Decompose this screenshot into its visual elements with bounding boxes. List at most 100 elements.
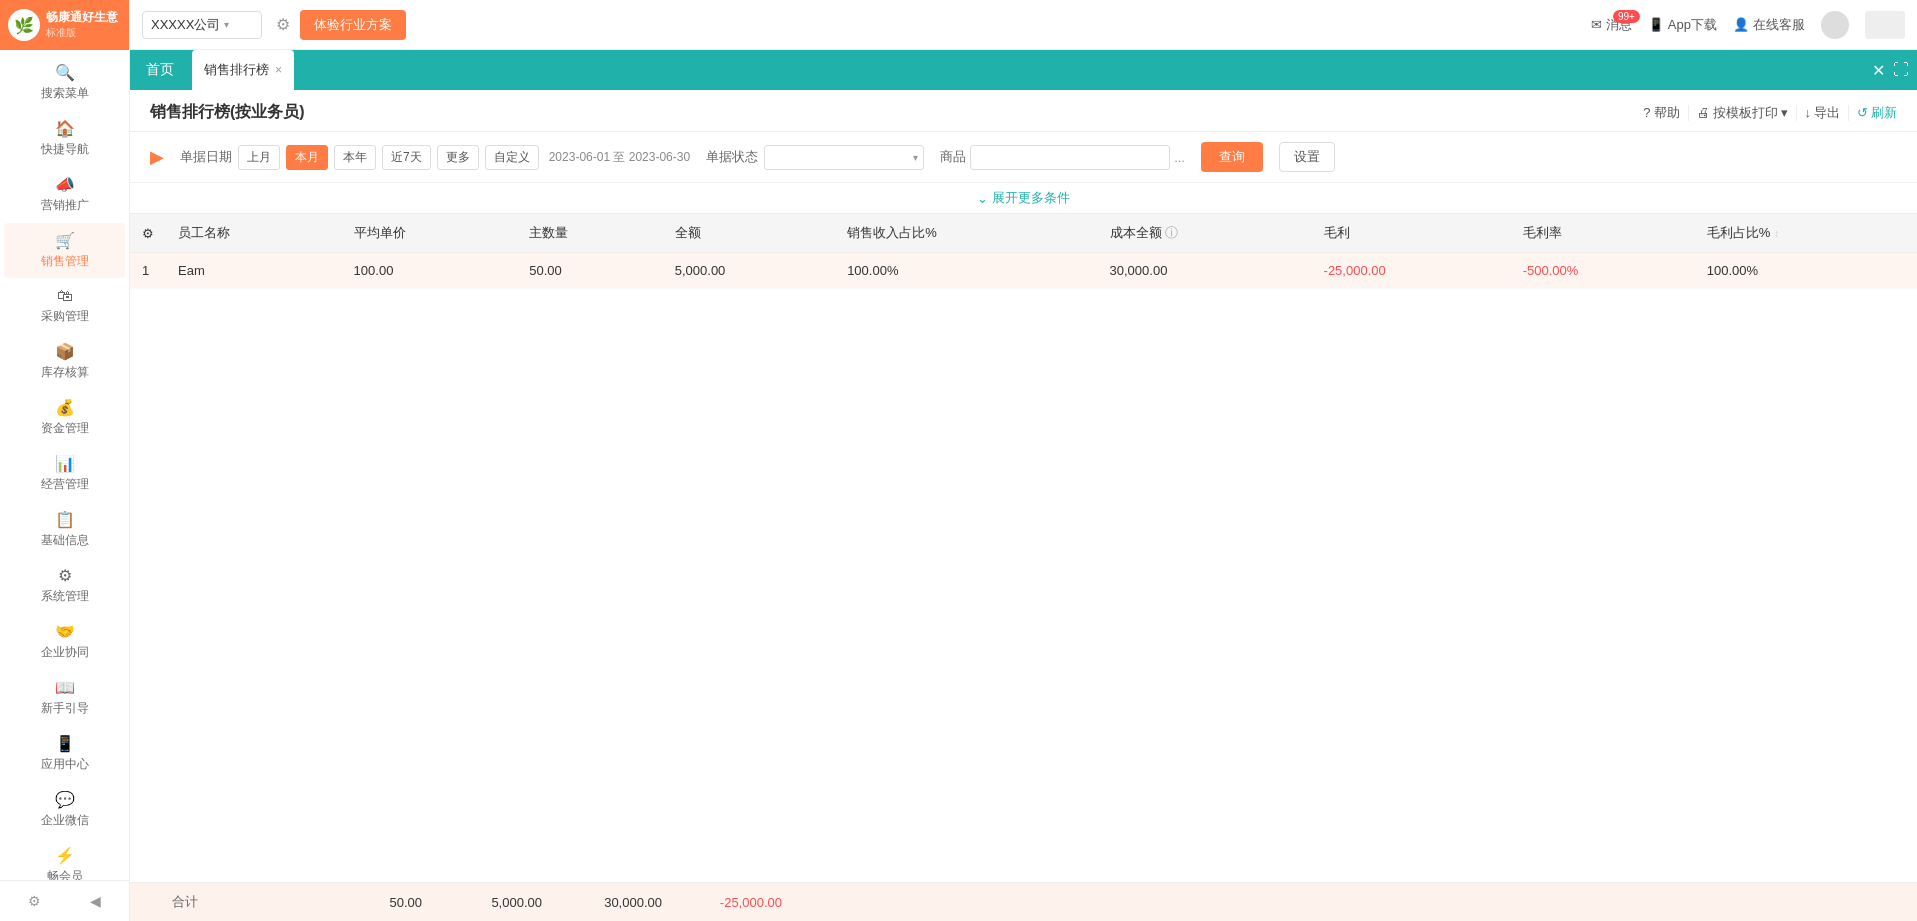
- sidebar-item-system[interactable]: ⚙ 系统管理: [4, 558, 125, 613]
- sidebar-item-member[interactable]: ⚡ 畅会员: [4, 838, 125, 880]
- goods-filter-group: 商品 ...: [940, 145, 1185, 170]
- tab-close-icon[interactable]: ×: [275, 63, 282, 77]
- cell-gross-pct: 100.00%: [1695, 253, 1917, 289]
- date-filter-label: 单据日期: [180, 148, 232, 166]
- cell-name: Eam: [166, 253, 342, 289]
- sidebar-label-guide: 新手引导: [41, 700, 89, 717]
- sidebar-icon-wechat: 💬: [55, 790, 75, 809]
- date-7days-btn[interactable]: 近7天: [382, 145, 431, 170]
- page-header: 销售排行榜(按业务员) ? 帮助 🖨 按模板打印 ▾ ↓: [130, 90, 1917, 132]
- message-icon: ✉: [1591, 17, 1602, 32]
- tabbar-right: ✕ ⛶: [1872, 61, 1917, 80]
- date-prev-month-btn[interactable]: 上月: [238, 145, 280, 170]
- query-button[interactable]: 查询: [1201, 142, 1263, 172]
- sidebar-icon-capital: 💰: [55, 398, 75, 417]
- sidebar-label-marketing: 营销推广: [41, 197, 89, 214]
- topbar-settings-icon[interactable]: ⚙: [276, 15, 290, 34]
- cell-amount: 5,000.00: [663, 253, 835, 289]
- user-avatar[interactable]: [1821, 11, 1849, 39]
- sidebar-nav: 🔍搜索菜单🏠快捷导航📣营销推广🛒销售管理🛍采购管理📦库存核算💰资金管理 📊 经营管理…: [0, 50, 129, 880]
- message-button[interactable]: ✉ 消息 99+: [1591, 16, 1632, 34]
- sidebar-label-member: 畅会员: [47, 868, 83, 880]
- print-button[interactable]: 🖨 按模板打印 ▾: [1697, 104, 1788, 122]
- status-select-wrap: ▾: [764, 145, 924, 170]
- sidebar-item-sales[interactable]: 🛒销售管理: [4, 223, 125, 278]
- tab-close-window-icon[interactable]: ✕: [1872, 61, 1885, 80]
- sidebar-collapse-icon[interactable]: ◀: [82, 889, 109, 913]
- sidebar-item-guide[interactable]: 📖新手引导: [4, 670, 125, 725]
- sidebar-settings-icon[interactable]: ⚙: [20, 889, 49, 913]
- sidebar-item-quick[interactable]: 🏠快捷导航: [4, 111, 125, 166]
- sidebar-icon-sales: 🛒: [55, 231, 75, 250]
- col-amount: 全额: [663, 214, 835, 253]
- sidebar-item-purchase[interactable]: 🛍采购管理: [4, 279, 125, 333]
- date-year-btn[interactable]: 本年: [334, 145, 376, 170]
- sidebar-icon-operation: 📊: [55, 454, 75, 473]
- active-tab-label: 销售排行榜: [204, 61, 269, 79]
- table-wrap: ⚙ 员工名称 平均单价 主数量 全额 销售收入占比% 成本全额 ⓘ 毛利 毛利率…: [130, 214, 1917, 882]
- sidebar-label-operation: 经营管理: [41, 476, 89, 493]
- sidebar-icon-system: ⚙: [58, 566, 72, 585]
- col-gross: 毛利: [1312, 214, 1511, 253]
- sidebar-icon-member: ⚡: [55, 846, 75, 865]
- footer-total-label: 合计: [142, 893, 322, 911]
- status-select[interactable]: [764, 145, 924, 170]
- expand-more-button[interactable]: ⌄ 展开更多条件: [977, 189, 1070, 207]
- cost-info-icon: ⓘ: [1165, 225, 1178, 240]
- app-download-button[interactable]: 📱 App下载: [1648, 16, 1717, 34]
- more-filter-btn[interactable]: ...: [1174, 150, 1185, 165]
- tabbar: 首页 销售排行榜 × ✕ ⛶: [130, 50, 1917, 90]
- set-button[interactable]: 设置: [1279, 142, 1335, 172]
- page-title-row: 销售排行榜(按业务员) ? 帮助 🖨 按模板打印 ▾ ↓: [150, 102, 1897, 131]
- goods-filter-label: 商品: [940, 148, 966, 166]
- refresh-button[interactable]: ↺ 刷新: [1857, 104, 1897, 122]
- sidebar-item-capital[interactable]: 💰资金管理: [4, 390, 125, 445]
- col-qty: 主数量: [517, 214, 663, 253]
- gross-pct-sort-icon: ↕: [1774, 228, 1779, 239]
- date-custom-btn[interactable]: 自定义: [485, 145, 539, 170]
- tab-home[interactable]: 首页: [130, 50, 190, 90]
- content-area: 销售排行榜(按业务员) ? 帮助 🖨 按模板打印 ▾ ↓: [130, 90, 1917, 921]
- col-sales-pct: 销售收入占比%: [835, 214, 1097, 253]
- goods-input[interactable]: [970, 145, 1170, 170]
- trial-button[interactable]: 体验行业方案: [300, 10, 406, 40]
- col-name: 员工名称: [166, 214, 342, 253]
- app-logo: 🌿 畅康通好生意 标准版: [0, 0, 129, 50]
- sidebar-item-collab[interactable]: 🤝企业协同: [4, 614, 125, 669]
- date-more-btn[interactable]: 更多: [437, 145, 479, 170]
- tab-sales-ranking[interactable]: 销售排行榜 ×: [192, 50, 294, 90]
- print-chevron-icon: ▾: [1781, 105, 1788, 120]
- date-cur-month-btn[interactable]: 本月: [286, 145, 328, 170]
- table-header-row: ⚙ 员工名称 平均单价 主数量 全额 销售收入占比% 成本全额 ⓘ 毛利 毛利率…: [130, 214, 1917, 253]
- sidebar-item-operation[interactable]: 📊 经营管理: [4, 446, 125, 501]
- sidebar-label-system: 系统管理: [41, 588, 89, 605]
- filter-bar: ▶ 单据日期 上月 本月 本年 近7天 更多 自定义 2023-06-01 至 …: [130, 132, 1917, 183]
- sidebar-item-wechat[interactable]: 💬企业微信: [4, 782, 125, 837]
- col-cost: 成本全额 ⓘ: [1098, 214, 1312, 253]
- cell-rank: 1: [130, 253, 166, 289]
- service-icon: 👤: [1733, 17, 1749, 32]
- col-settings[interactable]: ⚙: [130, 214, 166, 253]
- status-filter-group: 单据状态 ▾: [706, 145, 924, 170]
- export-button[interactable]: ↓ 导出: [1805, 104, 1841, 122]
- topbar: XXXXX公司 ▾ ⚙ 体验行业方案 ✉ 消息 99+ 📱 App下载 👤 在线…: [130, 0, 1917, 50]
- footer-gross: -25,000.00: [662, 895, 782, 910]
- help-button[interactable]: ? 帮助: [1643, 104, 1679, 122]
- col-avg-price: 平均单价: [342, 214, 518, 253]
- company-select[interactable]: XXXXX公司 ▾: [142, 11, 262, 39]
- sidebar-item-inventory[interactable]: 📦库存核算: [4, 334, 125, 389]
- footer-cost: 30,000.00: [542, 895, 662, 910]
- expand-bar: ⌄ 展开更多条件: [130, 183, 1917, 214]
- table-body: 1 Eam 100.00 50.00 5,000.00 100.00% 30,0…: [130, 253, 1917, 289]
- sidebar-item-marketing[interactable]: 📣营销推广: [4, 167, 125, 222]
- cell-cost: 30,000.00: [1098, 253, 1312, 289]
- sidebar-label-purchase: 采购管理: [41, 308, 89, 325]
- sidebar-item-apps[interactable]: 📱应用中心: [4, 726, 125, 781]
- sidebar-label-search: 搜索菜单: [41, 85, 89, 102]
- tab-fullscreen-icon[interactable]: ⛶: [1893, 61, 1909, 79]
- online-service-button[interactable]: 👤 在线客服: [1733, 16, 1805, 34]
- filter-expand-arrow-icon[interactable]: ▶: [150, 146, 164, 168]
- sidebar-item-basic[interactable]: 📋基础信息: [4, 502, 125, 557]
- sidebar-item-search[interactable]: 🔍搜索菜单: [4, 55, 125, 110]
- sidebar-footer: ⚙ ◀: [0, 880, 129, 921]
